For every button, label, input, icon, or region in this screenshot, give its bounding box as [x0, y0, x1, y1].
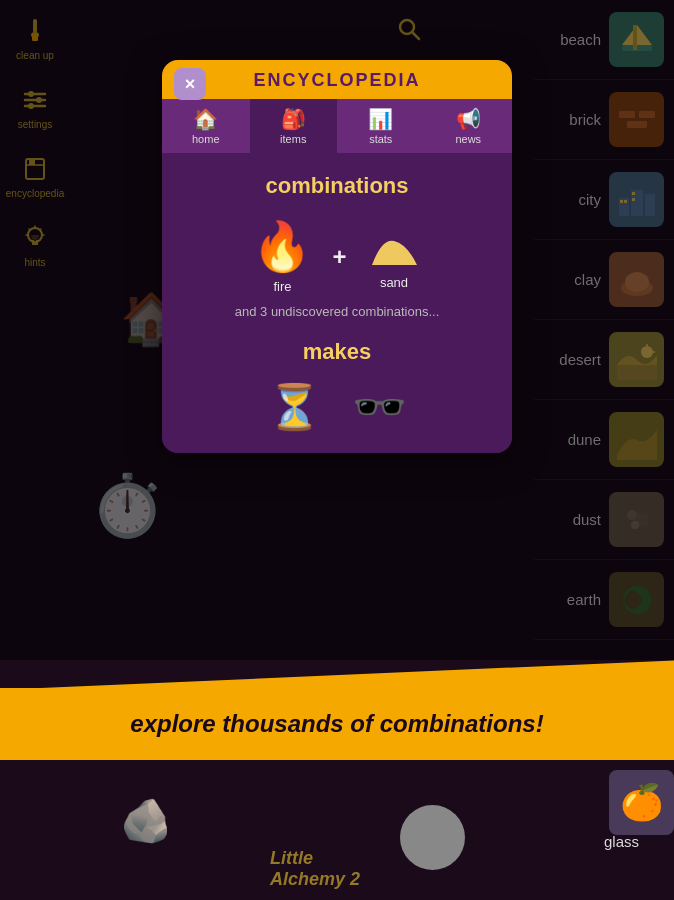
hourglass-icon: ⏳	[267, 381, 322, 433]
stats-tab-label: stats	[369, 133, 392, 145]
tab-home[interactable]: 🏠 home	[162, 99, 250, 153]
makes-title: makes	[182, 339, 492, 365]
modal-close-button[interactable]: ×	[174, 68, 206, 100]
home-tab-label: home	[192, 133, 220, 145]
undiscovered-text: and 3 undiscovered combinations...	[182, 304, 492, 319]
sunglasses-icon: 🕶️	[352, 381, 407, 433]
modal-body: combinations 🔥 fire + sand and 3 undisco…	[162, 153, 512, 453]
sand-icon	[367, 223, 422, 271]
stats-tab-icon: 📊	[368, 107, 393, 131]
items-tab-label: items	[280, 133, 306, 145]
modal-tabs: 🏠 home 🎒 items 📊 stats 📢 news	[162, 99, 512, 153]
glass-label: glass	[604, 833, 639, 850]
fire-icon: 🔥	[252, 219, 312, 275]
sand-label: sand	[380, 275, 408, 290]
glass-circle	[400, 805, 465, 870]
tab-stats[interactable]: 📊 stats	[337, 99, 425, 153]
encyclopedia-modal-overlay: × ENCYCLOPEDIA 🏠 home 🎒 items 📊 stats 📢	[0, 0, 674, 660]
combination-row: 🔥 fire + sand	[182, 219, 492, 294]
combo-item-sand: sand	[367, 223, 422, 290]
news-tab-label: news	[455, 133, 481, 145]
items-tab-icon: 🎒	[281, 107, 306, 131]
combo-item-fire: 🔥 fire	[252, 219, 312, 294]
encyclopedia-modal: × ENCYCLOPEDIA 🏠 home 🎒 items 📊 stats 📢	[162, 60, 512, 453]
combinations-title: combinations	[182, 173, 492, 199]
combo-plus-sign: +	[332, 243, 346, 271]
modal-title: ENCYCLOPEDIA	[253, 70, 420, 91]
makes-item-hourglass: ⏳	[267, 381, 322, 433]
home-tab-icon: 🏠	[193, 107, 218, 131]
banner-text: explore thousands of combinations!	[130, 710, 543, 738]
modal-header: × ENCYCLOPEDIA 🏠 home 🎒 items 📊 stats 📢	[162, 60, 512, 153]
banner-flat: explore thousands of combinations!	[0, 688, 674, 760]
makes-row: ⏳ 🕶️	[182, 381, 492, 433]
bottom-right-item: 🍊	[609, 770, 674, 835]
tab-news[interactable]: 📢 news	[425, 99, 513, 153]
rocks-background: 🪨	[120, 796, 172, 845]
news-tab-icon: 📢	[456, 107, 481, 131]
makes-item-sunglasses: 🕶️	[352, 381, 407, 433]
fire-label: fire	[273, 279, 291, 294]
tab-items[interactable]: 🎒 items	[250, 99, 338, 153]
alchemy-logo: LittleAlchemy 2	[270, 848, 360, 890]
